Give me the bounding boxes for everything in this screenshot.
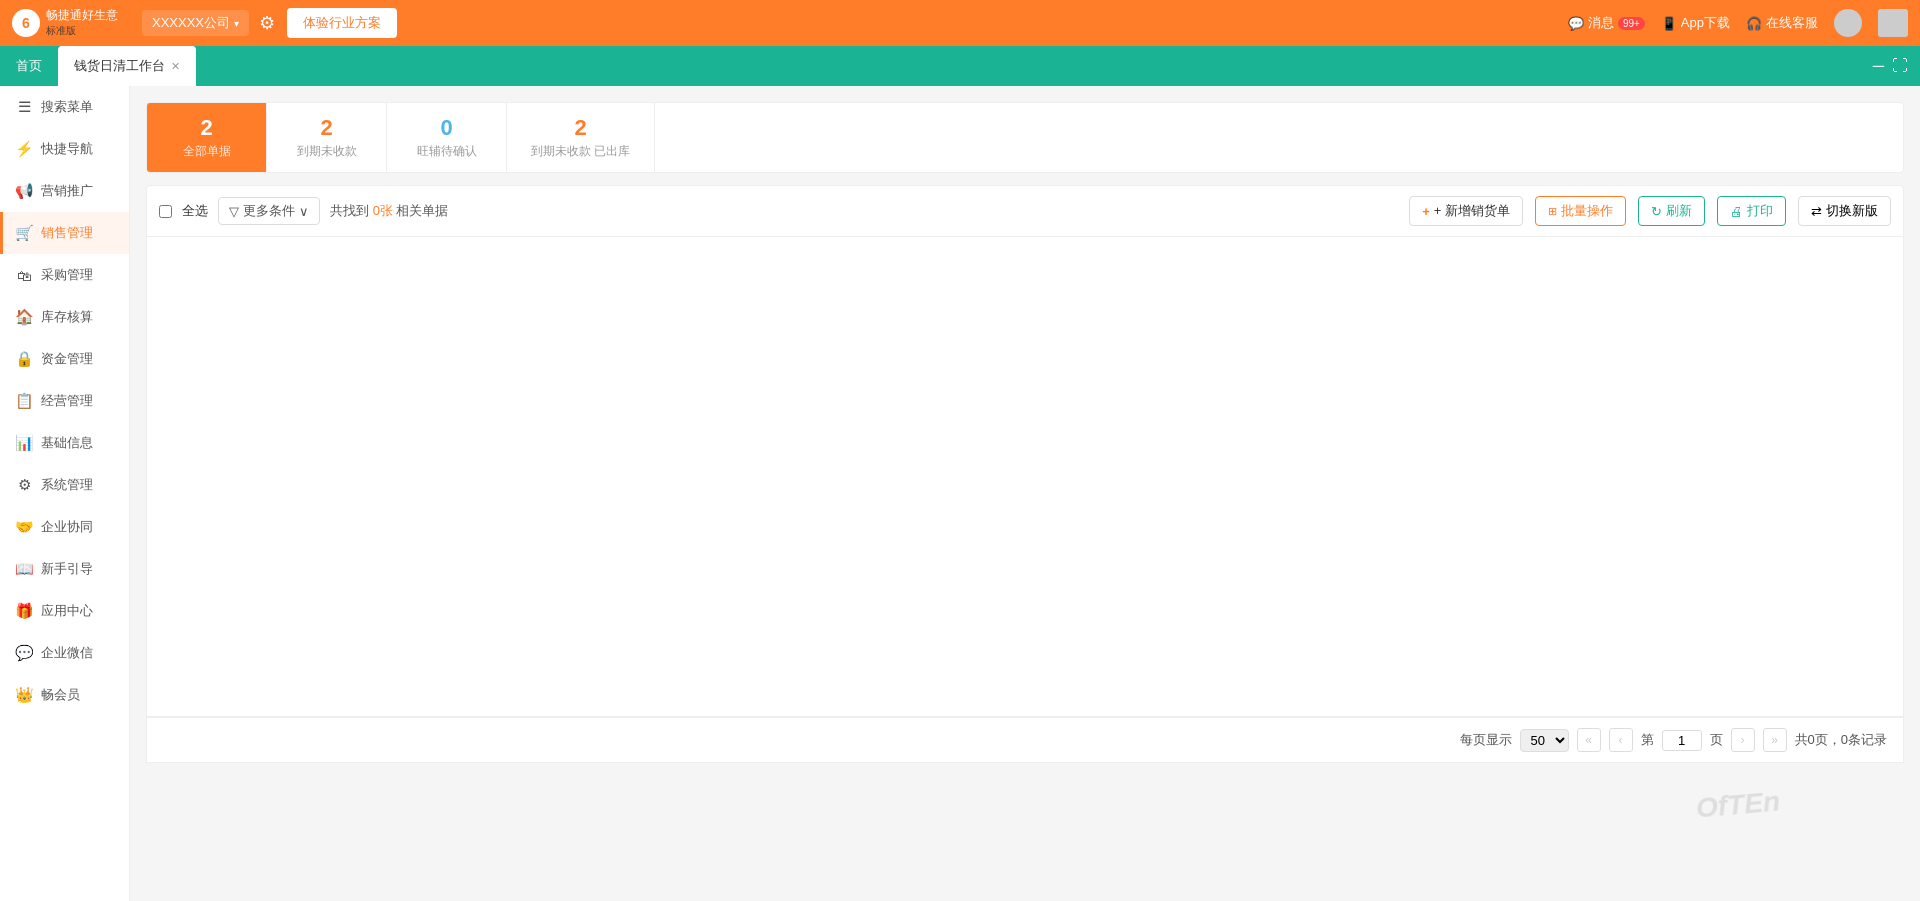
batch-operation-button[interactable]: ⊞ 批量操作 — [1535, 196, 1626, 226]
stats-tab-overdue[interactable]: 2 到期未收款 — [267, 103, 387, 172]
last-page-button[interactable]: » — [1763, 728, 1787, 752]
expand-icon[interactable]: ⛶ — [1892, 57, 1908, 75]
sidebar-item-wechat[interactable]: 💬 企业微信 — [0, 632, 129, 674]
settings-btn[interactable]: ⚙ — [259, 12, 275, 34]
sales-icon: 🛒 — [15, 224, 33, 242]
tab-workbench[interactable]: 钱货日清工作台 ✕ — [58, 46, 196, 86]
page-label: 第 — [1641, 731, 1654, 749]
message-badge: 99+ — [1618, 17, 1645, 30]
headset-icon: 🎧 — [1746, 16, 1762, 31]
tab-bar: 首页 钱货日清工作台 ✕ ─ ⛶ — [0, 46, 1920, 86]
sidebar-item-marketing[interactable]: 📢 营销推广 — [0, 170, 129, 212]
page-size-select[interactable]: 50 — [1520, 729, 1569, 752]
stats-tabs: 2 全部单据 2 到期未收款 0 旺辅待确认 2 到期未收款 已出库 — [146, 102, 1904, 173]
top-header: 6 畅捷通好生意 标准版 XXXXXX公司 ▾ ⚙ 体验行业方案 💬 消息 99… — [0, 0, 1920, 46]
guide-icon: 📖 — [15, 560, 33, 578]
message-btn[interactable]: 💬 消息 99+ — [1568, 14, 1645, 32]
next-page-button[interactable]: › — [1731, 728, 1755, 752]
chevron-icon: ∨ — [299, 204, 309, 219]
wechat-icon: 💬 — [15, 644, 33, 662]
sidebar-item-enterprise[interactable]: 🤝 企业协同 — [0, 506, 129, 548]
filter-icon: ▽ — [229, 204, 239, 219]
purchase-icon: 🛍 — [15, 267, 33, 284]
finance-icon: 🔒 — [15, 350, 33, 368]
minimize-icon[interactable]: ─ — [1873, 57, 1884, 75]
refresh-button[interactable]: ↻ 刷新 — [1638, 196, 1705, 226]
sidebar-item-quicknav[interactable]: ⚡ 快捷导航 — [0, 128, 129, 170]
gear-icon: ⚙ — [259, 13, 275, 33]
company-selector[interactable]: XXXXXX公司 ▾ — [142, 10, 249, 36]
operation-icon: 📋 — [15, 392, 33, 410]
tab-bar-actions: ─ ⛶ — [1873, 57, 1920, 75]
sidebar-item-operation[interactable]: 📋 经营管理 — [0, 380, 129, 422]
chevron-down-icon: ▾ — [234, 18, 239, 29]
sidebar-item-search[interactable]: ☰ 搜索菜单 — [0, 86, 129, 128]
sidebar: ☰ 搜索菜单 ⚡ 快捷导航 📢 营销推广 🛒 销售管理 🛍 采购管理 🏠 库存核… — [0, 86, 130, 901]
enterprise-icon: 🤝 — [15, 518, 33, 536]
header-center: 体验行业方案 — [275, 8, 1568, 38]
toolbar-right: + + 新增销货单 ⊞ 批量操作 ↻ 刷新 🖨 打印 ⇄ 切换新版 — [1409, 196, 1891, 226]
per-page-label: 每页显示 — [1460, 731, 1512, 749]
message-icon: 💬 — [1568, 16, 1584, 31]
logo-area: 6 畅捷通好生意 标准版 — [12, 8, 142, 38]
sidebar-item-sales[interactable]: 🛒 销售管理 — [0, 212, 129, 254]
found-text: 共找到 0张 相关单据 — [330, 202, 448, 220]
pagination: 每页显示 50 « ‹ 第 页 › » 共0页，0条记录 — [146, 717, 1904, 763]
app-download-btn[interactable]: 📱 App下载 — [1661, 14, 1730, 32]
header-right: 💬 消息 99+ 📱 App下载 🎧 在线客服 — [1568, 9, 1908, 37]
print-button[interactable]: 🖨 打印 — [1717, 196, 1786, 226]
sidebar-item-apps[interactable]: 🎁 应用中心 — [0, 590, 129, 632]
sidebar-item-inventory[interactable]: 🏠 库存核算 — [0, 296, 129, 338]
tab-home[interactable]: 首页 — [0, 46, 58, 86]
avatar[interactable] — [1834, 9, 1862, 37]
online-service-btn[interactable]: 🎧 在线客服 — [1746, 14, 1818, 32]
download-icon: 📱 — [1661, 16, 1677, 31]
experience-button[interactable]: 体验行业方案 — [287, 8, 397, 38]
sidebar-item-basic[interactable]: 📊 基础信息 — [0, 422, 129, 464]
prev-page-button[interactable]: ‹ — [1609, 728, 1633, 752]
sidebar-item-purchase[interactable]: 🛍 采购管理 — [0, 254, 129, 296]
page-suffix: 页 — [1710, 731, 1723, 749]
app-name: 畅捷通好生意 标准版 — [46, 8, 118, 38]
filter-button[interactable]: ▽ 更多条件 ∨ — [218, 197, 320, 225]
quicknav-icon: ⚡ — [15, 140, 33, 158]
toolbar: 全选 ▽ 更多条件 ∨ 共找到 0张 相关单据 + + 新增销货单 ⊞ 批量操作 — [146, 185, 1904, 237]
sidebar-item-guide[interactable]: 📖 新手引导 — [0, 548, 129, 590]
table-area — [146, 237, 1904, 717]
found-count: 0张 — [373, 203, 393, 218]
logo-icon: 6 — [12, 9, 40, 37]
member-icon: 👑 — [15, 686, 33, 704]
print-icon: 🖨 — [1730, 204, 1743, 219]
marketing-icon: 📢 — [15, 182, 33, 200]
switch-icon: ⇄ — [1811, 204, 1822, 219]
tab-close-icon[interactable]: ✕ — [171, 60, 180, 73]
sidebar-item-system[interactable]: ⚙ 系统管理 — [0, 464, 129, 506]
first-page-button[interactable]: « — [1577, 728, 1601, 752]
user-menu[interactable] — [1878, 9, 1908, 37]
basic-icon: 📊 — [15, 434, 33, 452]
toolbar-left: 全选 ▽ 更多条件 ∨ 共找到 0张 相关单据 — [159, 197, 1397, 225]
sidebar-item-member[interactable]: 👑 畅会员 — [0, 674, 129, 716]
company-name: XXXXXX公司 — [152, 14, 230, 32]
plus-icon: + — [1422, 204, 1430, 219]
search-icon: ☰ — [15, 98, 33, 116]
system-icon: ⚙ — [15, 476, 33, 494]
page-input[interactable] — [1662, 730, 1702, 751]
pagination-summary: 共0页，0条记录 — [1795, 731, 1887, 749]
switch-version-button[interactable]: ⇄ 切换新版 — [1798, 196, 1891, 226]
select-all-label: 全选 — [182, 202, 208, 220]
stats-tab-pending[interactable]: 0 旺辅待确认 — [387, 103, 507, 172]
stats-tab-overdue-shipped[interactable]: 2 到期未收款 已出库 — [507, 103, 655, 172]
main-content: 2 全部单据 2 到期未收款 0 旺辅待确认 2 到期未收款 已出库 全选 ▽ … — [130, 86, 1920, 901]
batch-icon: ⊞ — [1548, 205, 1557, 218]
stats-tab-all[interactable]: 2 全部单据 — [147, 103, 267, 172]
new-order-button[interactable]: + + 新增销货单 — [1409, 196, 1523, 226]
refresh-icon: ↻ — [1651, 204, 1662, 219]
inventory-icon: 🏠 — [15, 308, 33, 326]
select-all-checkbox[interactable] — [159, 205, 172, 218]
apps-icon: 🎁 — [15, 602, 33, 620]
sidebar-item-finance[interactable]: 🔒 资金管理 — [0, 338, 129, 380]
